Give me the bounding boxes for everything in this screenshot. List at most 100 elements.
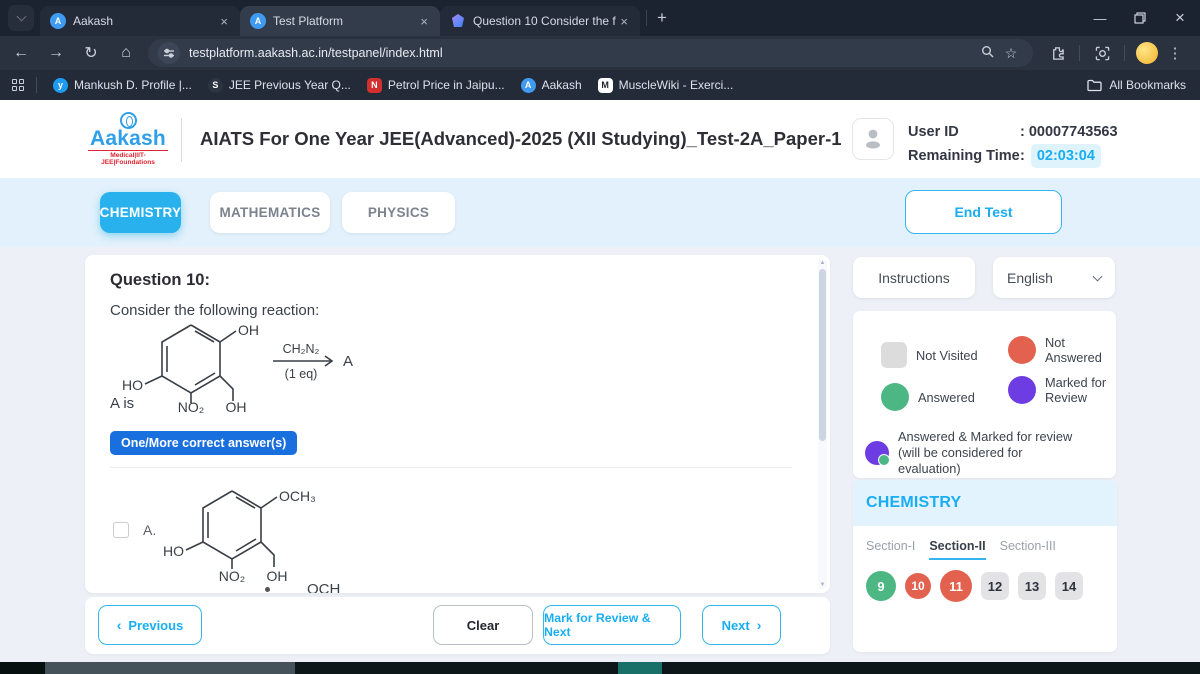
search-icon[interactable] xyxy=(975,45,999,61)
end-test-button[interactable]: End Test xyxy=(905,190,1062,234)
menu-kebab-icon[interactable]: ⋮ xyxy=(1161,44,1189,62)
apps-grid-icon[interactable] xyxy=(12,79,24,91)
bookmark-item[interactable]: A Aakash xyxy=(520,77,582,93)
bookmark-star-icon[interactable]: ☆ xyxy=(999,45,1023,62)
substituent-label: HO xyxy=(163,543,184,559)
bookmark-item[interactable]: M MuscleWiki - Exerci... xyxy=(597,77,733,93)
user-id-value: : 00007743563 xyxy=(1020,124,1118,140)
back-icon[interactable]: ← xyxy=(7,39,35,67)
tab-chemistry[interactable]: CHEMISTRY xyxy=(100,192,181,233)
bookmark-item[interactable]: S JEE Previous Year Q... xyxy=(207,77,351,93)
aakash-logo: Aakash Medical|IIT-JEE|Foundations xyxy=(88,112,168,166)
bookmark-item[interactable]: y Mankush D. Profile |... xyxy=(53,77,192,93)
test-page-header: Aakash Medical|IIT-JEE|Foundations AIATS… xyxy=(0,100,1200,178)
reaction-scheme: OH HO NO₂ OH CH₂N₂ (1 eq) A xyxy=(122,322,353,413)
clear-button[interactable]: Clear xyxy=(433,605,533,645)
scrollbar-track-segment xyxy=(0,662,45,674)
legend-not-answered: Not Answered xyxy=(1008,335,1102,365)
product-label: A xyxy=(343,353,353,370)
not-visited-swatch xyxy=(881,342,907,368)
question-chip-not-visited[interactable]: 12 xyxy=(981,572,1009,600)
musclewiki-icon: M xyxy=(597,77,613,93)
gem-favicon xyxy=(452,14,464,27)
scrollbar-thumb[interactable] xyxy=(819,269,826,441)
answered-marked-swatch xyxy=(865,441,890,466)
browser-tab-test-platform[interactable]: A Test Platform × xyxy=(240,6,440,36)
substituent-label: OH xyxy=(267,568,288,583)
marked-swatch xyxy=(1008,376,1036,404)
tab-close-icon[interactable]: × xyxy=(416,14,432,29)
folder-icon xyxy=(1087,79,1102,91)
twitter-icon: y xyxy=(53,77,68,93)
tab-section-3[interactable]: Section-III xyxy=(1000,539,1056,560)
aakash-favicon: A xyxy=(50,13,66,29)
forward-icon[interactable]: → xyxy=(42,39,70,67)
bookmark-item[interactable]: N Petrol Price in Jaipu... xyxy=(366,77,505,93)
tab-section-2[interactable]: Section-II xyxy=(929,539,986,560)
tab-mathematics[interactable]: MATHEMATICS xyxy=(210,192,330,233)
palette-subject-title: CHEMISTRY xyxy=(853,480,1117,526)
browser-tab-strip: A Aakash × A Test Platform × Question 10… xyxy=(0,0,1200,36)
tab-title: Aakash xyxy=(73,14,114,28)
divider xyxy=(36,77,37,93)
browser-tab-question[interactable]: Question 10 Consider the follow × xyxy=(440,6,640,36)
substituent-label: HO xyxy=(122,377,143,393)
window-controls: — × xyxy=(1080,0,1200,36)
previous-button[interactable]: ‹ Previous xyxy=(98,605,202,645)
tab-title: Test Platform xyxy=(273,14,344,28)
question-chip-not-answered[interactable]: 10 xyxy=(905,573,931,599)
tab-section-1[interactable]: Section-I xyxy=(866,539,915,560)
scrollbar-accent-segment xyxy=(618,662,662,674)
language-value: English xyxy=(1007,269,1053,286)
tab-close-icon[interactable]: × xyxy=(616,14,632,29)
question-heading: Question 10: xyxy=(110,271,210,289)
question-chip-not-visited[interactable]: 13 xyxy=(1018,572,1046,600)
url-text[interactable]: testplatform.aakash.ac.in/testpanel/inde… xyxy=(189,46,975,60)
restore-button[interactable] xyxy=(1120,0,1160,36)
question-footer-bar: ‹ Previous Clear Mark for Review & Next … xyxy=(85,597,830,654)
question-chip-answered[interactable]: 9 xyxy=(866,571,896,601)
horizontal-scrollbar[interactable] xyxy=(0,662,1200,674)
divider xyxy=(110,467,792,468)
extensions-icon[interactable] xyxy=(1043,46,1071,61)
lens-icon[interactable] xyxy=(1088,46,1116,61)
mark-for-review-next-button[interactable]: Mark for Review & Next xyxy=(543,605,681,645)
partial-next-option-text: OCH xyxy=(307,581,341,593)
divider xyxy=(181,118,182,162)
question-scrollbar[interactable]: ▲ ▼ xyxy=(818,259,827,589)
substituent-label: OH xyxy=(238,322,259,338)
chemistry-palette-card: CHEMISTRY Section-I Section-II Section-I… xyxy=(853,480,1117,652)
scroll-up-icon[interactable]: ▲ xyxy=(818,260,827,266)
tab-search-button[interactable] xyxy=(8,5,34,31)
question-chip-not-answered-current[interactable]: 11 xyxy=(940,570,972,602)
option-a-checkbox[interactable] xyxy=(113,522,129,538)
profile-avatar[interactable] xyxy=(1133,42,1161,64)
scroll-down-icon[interactable]: ▼ xyxy=(818,582,827,588)
bookmarks-bar: y Mankush D. Profile |... S JEE Previous… xyxy=(0,70,1200,100)
minimize-button[interactable]: — xyxy=(1080,0,1120,36)
substituent-label: NO₂ xyxy=(219,568,245,583)
remaining-time-value: 02:03:04 xyxy=(1030,144,1101,168)
home-icon[interactable]: ⌂ xyxy=(112,39,140,67)
address-bar[interactable]: testplatform.aakash.ac.in/testpanel/inde… xyxy=(148,39,1033,67)
question-chip-not-visited[interactable]: 14 xyxy=(1055,572,1083,600)
language-dropdown[interactable]: English xyxy=(993,257,1115,298)
subject-band: CHEMISTRY MATHEMATICS PHYSICS End Test xyxy=(0,178,1200,247)
substituent-label: NO₂ xyxy=(178,399,204,413)
option-a-structure: OCH₃ HO NO₂ OH xyxy=(163,488,316,583)
restore-icon xyxy=(1134,12,1146,24)
aakash-logo-icon xyxy=(119,112,137,129)
option-a-row[interactable]: A. OCH₃ HO NO₂ OH xyxy=(113,477,342,583)
new-tab-button[interactable]: + xyxy=(657,8,667,28)
close-button[interactable]: × xyxy=(1160,0,1200,36)
all-bookmarks-button[interactable]: All Bookmarks xyxy=(1087,78,1186,92)
tab-close-icon[interactable]: × xyxy=(216,14,232,29)
divider xyxy=(1124,45,1125,61)
browser-tab-aakash[interactable]: A Aakash × xyxy=(40,6,240,36)
scrollbar-thumb[interactable] xyxy=(45,662,295,674)
instructions-button[interactable]: Instructions xyxy=(853,257,975,298)
tab-physics[interactable]: PHYSICS xyxy=(342,192,455,233)
next-button[interactable]: Next › xyxy=(702,605,781,645)
site-info-icon[interactable] xyxy=(158,42,180,64)
reload-icon[interactable]: ↻ xyxy=(77,39,105,67)
